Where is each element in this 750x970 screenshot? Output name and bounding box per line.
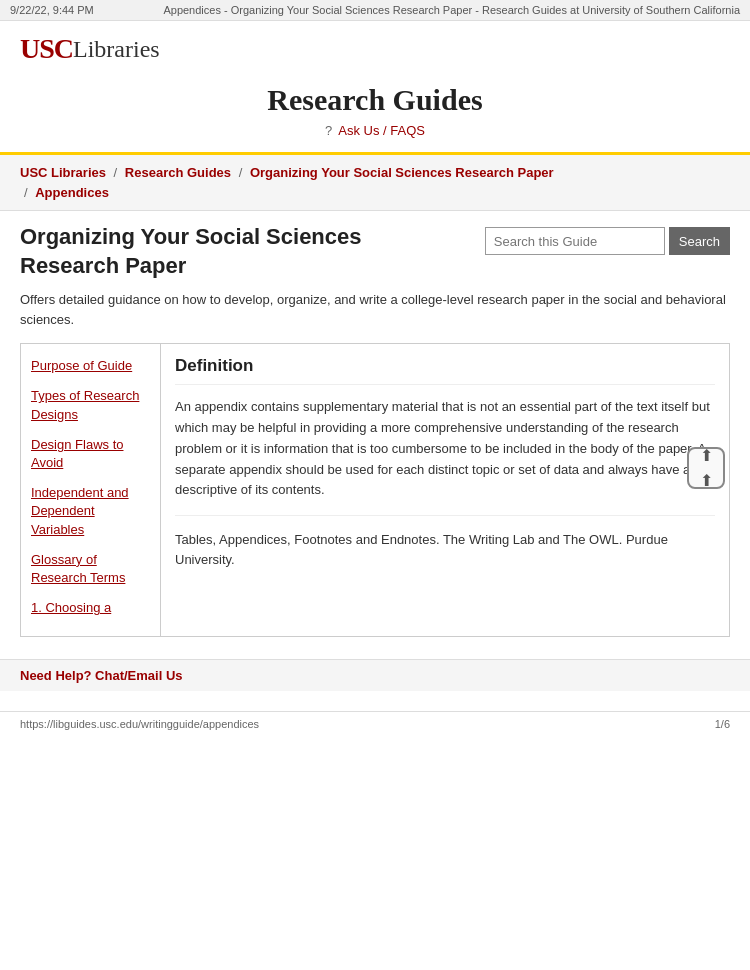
need-help-bar: Need Help? Chat/Email Us xyxy=(0,659,750,691)
breadcrumb: USC Libraries / Research Guides / Organi… xyxy=(0,155,750,211)
nav-group-types: Types of Research Designs xyxy=(21,384,160,426)
search-button[interactable]: Search xyxy=(669,227,730,255)
scroll-top-button[interactable]: ⬆⬆ xyxy=(687,447,725,489)
scroll-top-icon: ⬆⬆ xyxy=(700,443,713,494)
guide-title: Organizing Your Social Sciences Research… xyxy=(20,223,465,280)
usc-logo: USC Libraries xyxy=(20,33,730,65)
logo-usc: USC xyxy=(20,33,73,65)
page-footer: https://libguides.usc.edu/writingguide/a… xyxy=(0,711,750,736)
nav-group-purpose: Purpose of Guide xyxy=(21,354,160,378)
breadcrumb-usc-libraries[interactable]: USC Libraries xyxy=(20,165,106,180)
sidebar-item-design-flaws[interactable]: Design Flaws to Avoid xyxy=(21,433,160,475)
page-title-area: Research Guides ? Ask Us / FAQS xyxy=(0,73,750,146)
sidebar-nav: Purpose of Guide Types of Research Desig… xyxy=(21,344,161,636)
search-input[interactable] xyxy=(485,227,665,255)
sidebar-item-types[interactable]: Types of Research Designs xyxy=(21,384,160,426)
nav-group-glossary: Glossary of Research Terms xyxy=(21,548,160,590)
sidebar-item-choosing[interactable]: 1. Choosing a xyxy=(21,596,160,620)
search-box: Search xyxy=(485,227,730,255)
source-text: Tables, Appendices, Footnotes and Endnot… xyxy=(175,530,715,569)
browser-tab-title: Appendices - Organizing Your Social Scie… xyxy=(163,4,740,16)
page-title: Research Guides xyxy=(20,83,730,117)
sidebar-item-glossary[interactable]: Glossary of Research Terms xyxy=(21,548,160,590)
sidebar-item-variables[interactable]: Independent and Dependent Variables xyxy=(21,481,160,542)
logo-libraries: Libraries xyxy=(73,36,160,63)
breadcrumb-organizing[interactable]: Organizing Your Social Sciences Research… xyxy=(250,165,554,180)
breadcrumb-appendices[interactable]: Appendices xyxy=(35,185,109,200)
footer-page-number: 1/6 xyxy=(715,718,730,730)
nav-group-variables: Independent and Dependent Variables xyxy=(21,481,160,542)
definition-heading: Definition xyxy=(175,356,715,385)
sidebar-item-purpose[interactable]: Purpose of Guide xyxy=(21,354,160,378)
guide-title-block: Organizing Your Social Sciences Research… xyxy=(20,223,465,280)
ask-faqs-link[interactable]: Ask Us / FAQS xyxy=(338,123,425,138)
footer-url: https://libguides.usc.edu/writingguide/a… xyxy=(20,718,259,730)
site-header: USC Libraries xyxy=(0,21,750,65)
ask-faqs-row: ? Ask Us / FAQS xyxy=(20,123,730,138)
guide-header: Organizing Your Social Sciences Research… xyxy=(20,223,730,280)
question-mark: ? xyxy=(325,123,332,138)
guide-description: Offers detailed guidance on how to devel… xyxy=(20,290,730,329)
definition-text-block: An appendix contains supplementary mater… xyxy=(175,397,715,516)
nav-group-choosing: 1. Choosing a xyxy=(21,596,160,620)
definition-body: An appendix contains supplementary mater… xyxy=(175,397,715,501)
breadcrumb-research-guides[interactable]: Research Guides xyxy=(125,165,231,180)
browser-bar: 9/22/22, 9:44 PM Appendices - Organizing… xyxy=(0,0,750,21)
nav-group-design-flaws: Design Flaws to Avoid xyxy=(21,433,160,475)
browser-timestamp: 9/22/22, 9:44 PM xyxy=(10,4,94,16)
need-help-link[interactable]: Need Help? Chat/Email Us xyxy=(20,668,183,683)
two-column-layout: Purpose of Guide Types of Research Desig… xyxy=(20,343,730,637)
definition-area: Definition An appendix contains suppleme… xyxy=(161,344,729,636)
main-content: Organizing Your Social Sciences Research… xyxy=(0,211,750,649)
